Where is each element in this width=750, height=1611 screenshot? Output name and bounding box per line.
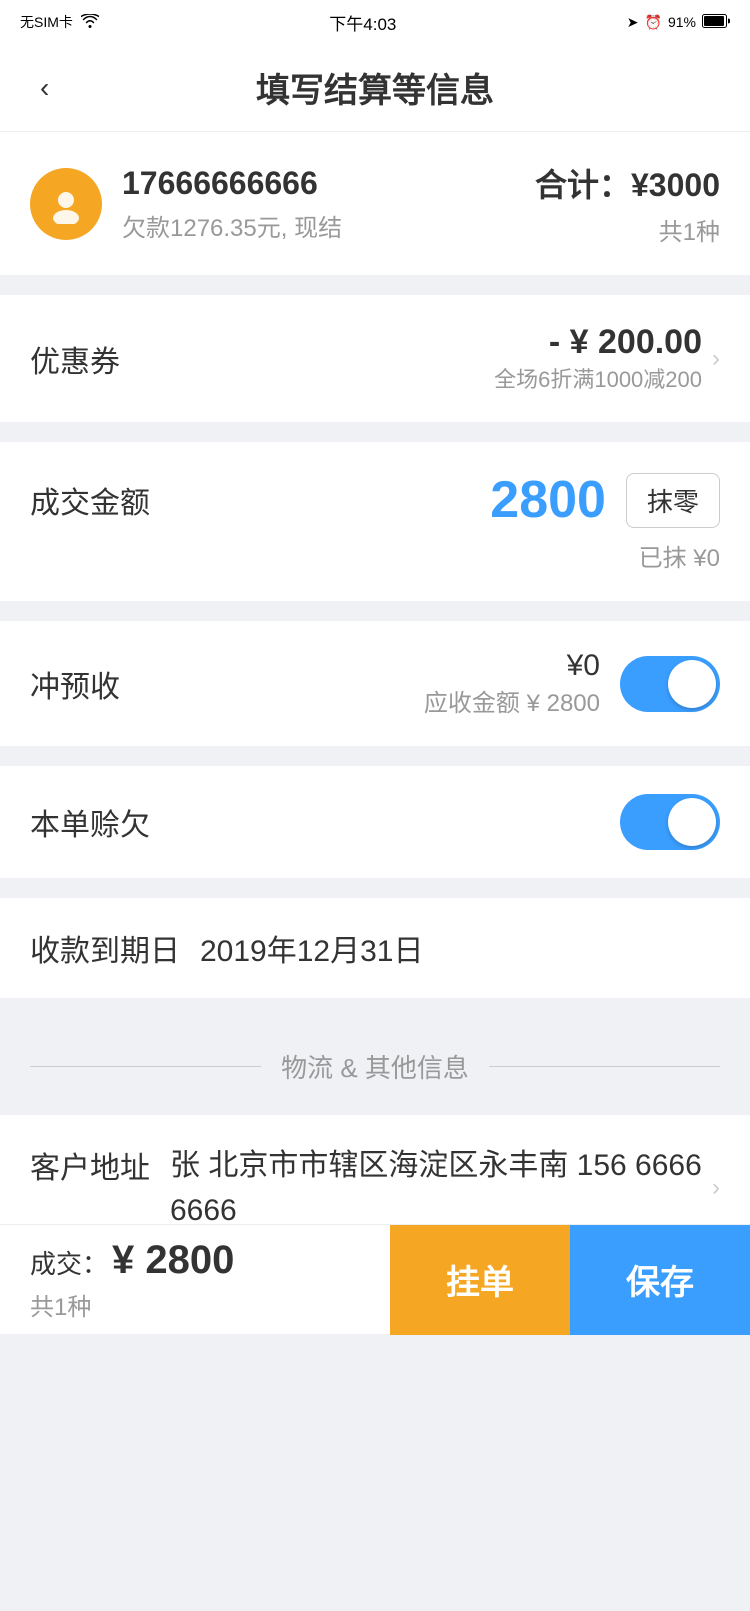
location-icon: ➤ xyxy=(627,14,639,31)
address-row: 客户地址 张 北京市市辖区海淀区永丰南 156 6666 6666 › xyxy=(30,1143,720,1233)
prereceive-amount: ¥0 xyxy=(424,649,600,683)
deal-amount-value: 2800 xyxy=(490,470,606,530)
logistics-divider-text: 物流 & 其他信息 xyxy=(281,1048,469,1085)
debit-toggle[interactable] xyxy=(620,794,720,850)
prereceive-toggle[interactable] xyxy=(620,656,720,712)
save-button[interactable]: 保存 xyxy=(570,1225,750,1335)
coupon-right: - ¥ 200.00 全场6折满1000减200 › xyxy=(494,323,720,394)
duedate-row: 收款到期日 2019年12月31日 xyxy=(30,926,720,970)
customer-info-section: 17666666666 欠款1276.35元, 现结 合计：¥3000 共1种 xyxy=(0,132,750,275)
deal-amount-sub: 已抹 ¥0 xyxy=(30,538,720,573)
page-title: 填写结算等信息 xyxy=(256,63,494,112)
duedate-label: 收款到期日 xyxy=(30,926,180,970)
nav-bar: ‹ 填写结算等信息 xyxy=(0,44,750,132)
prereceive-row: 冲预收 ¥0 应收金额 ¥ 2800 xyxy=(30,649,720,718)
coupon-desc: 全场6折满1000减200 xyxy=(494,362,702,394)
bottom-deal-label: 成交： xyxy=(30,1244,108,1281)
chevron-right-icon: › xyxy=(712,345,720,373)
debit-section: 本单赊欠 xyxy=(0,766,750,878)
avatar xyxy=(30,168,102,240)
deal-amount-section: 成交金额 2800 抹零 已抹 ¥0 xyxy=(0,442,750,601)
address-label: 客户地址 xyxy=(30,1143,150,1187)
round-zero-button[interactable]: 抹零 xyxy=(626,473,720,528)
deal-amount-row: 成交金额 2800 抹零 xyxy=(30,470,720,530)
status-bar: 无SIM卡 下午4:03 ➤ ⏰ 91% xyxy=(0,0,750,44)
divider-line-left xyxy=(30,1066,261,1067)
hold-order-button[interactable]: 挂单 xyxy=(390,1225,570,1335)
debit-row: 本单赊欠 xyxy=(30,794,720,850)
address-chevron-icon: › xyxy=(712,1174,720,1202)
order-total: 合计：¥3000 共1种 xyxy=(535,160,720,247)
wifi-icon xyxy=(81,14,99,31)
bottom-summary: 成交： ¥ 2800 共1种 xyxy=(0,1238,390,1322)
prereceive-sub: 应收金额 ¥ 2800 xyxy=(424,683,600,718)
divider-line-right xyxy=(489,1066,720,1067)
bottom-amount: ¥ 2800 xyxy=(112,1238,234,1283)
deal-amount-right: 2800 抹零 xyxy=(490,470,720,530)
deal-amount-label: 成交金额 xyxy=(30,478,150,522)
status-left: 无SIM卡 xyxy=(20,12,99,32)
status-right: ➤ ⏰ 91% xyxy=(627,14,730,31)
coupon-amount: - ¥ 200.00 xyxy=(494,323,702,362)
battery-icon xyxy=(702,14,730,31)
prereceive-label: 冲预收 xyxy=(30,662,120,706)
prereceive-right: ¥0 应收金额 ¥ 2800 xyxy=(424,649,720,718)
battery-text: 91% xyxy=(668,14,696,30)
address-value: 张 北京市市辖区海淀区永丰南 156 6666 6666 xyxy=(170,1143,702,1233)
duedate-section: 收款到期日 2019年12月31日 xyxy=(0,898,750,998)
bottom-bar: 成交： ¥ 2800 共1种 挂单 保存 xyxy=(0,1224,750,1334)
debit-label: 本单赊欠 xyxy=(30,800,150,844)
total-amount: 合计：¥3000 xyxy=(535,160,720,206)
alarm-icon: ⏰ xyxy=(645,14,662,31)
sim-text: 无SIM卡 xyxy=(20,12,73,32)
logistics-divider: 物流 & 其他信息 xyxy=(0,1018,750,1115)
prereceive-section: 冲预收 ¥0 应收金额 ¥ 2800 xyxy=(0,621,750,746)
customer-details: 17666666666 欠款1276.35元, 现结 xyxy=(122,165,535,243)
coupon-label: 优惠券 xyxy=(30,337,120,381)
total-sub: 共1种 xyxy=(535,212,720,247)
bottom-count: 共1种 xyxy=(30,1287,360,1322)
back-button[interactable]: ‹ xyxy=(30,62,59,114)
duedate-value: 2019年12月31日 xyxy=(200,926,423,970)
coupon-section[interactable]: 优惠券 - ¥ 200.00 全场6折满1000减200 › xyxy=(0,295,750,422)
customer-phone: 17666666666 xyxy=(122,165,535,202)
customer-subtext: 欠款1276.35元, 现结 xyxy=(122,208,535,243)
status-time: 下午4:03 xyxy=(329,10,396,35)
